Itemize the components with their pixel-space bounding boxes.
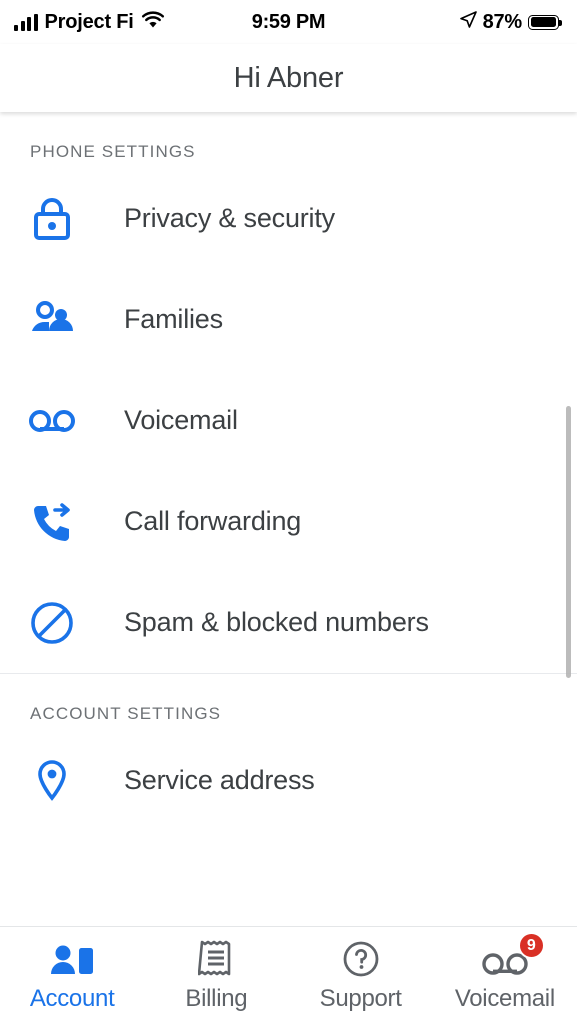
list-item-label: Voicemail <box>124 405 238 435</box>
list-item-label: Privacy & security <box>124 203 335 233</box>
phone-forwarded-icon <box>24 498 80 546</box>
tab-label: Account <box>29 985 115 1012</box>
tab-voicemail[interactable]: 9 Voicemail <box>433 927 577 1024</box>
block-icon <box>24 599 80 647</box>
status-bar-left: Project Fi <box>14 11 165 34</box>
signal-bars-icon <box>14 13 38 31</box>
list-item-label: Spam & blocked numbers <box>124 607 429 637</box>
voicemail-icon: 9 <box>481 932 545 978</box>
account-icon <box>49 938 95 978</box>
account-settings-list: Service address <box>0 730 577 831</box>
help-circle-icon <box>342 938 380 978</box>
tab-label: Voicemail <box>454 985 555 1012</box>
list-item-label: Families <box>124 304 223 334</box>
list-item-service-address[interactable]: Service address <box>0 730 577 831</box>
tab-support[interactable]: Support <box>289 927 433 1024</box>
wifi-icon <box>141 10 165 34</box>
voicemail-badge: 9 <box>517 932 545 959</box>
list-item-families[interactable]: Families <box>0 269 577 370</box>
carrier-label: Project Fi <box>44 10 134 33</box>
location-pin-icon <box>24 757 80 805</box>
tab-label: Billing <box>185 985 248 1012</box>
lock-icon <box>24 195 80 243</box>
voicemail-icon <box>24 397 80 445</box>
app-header: Hi Abner <box>0 44 577 112</box>
section-header-account-settings: ACCOUNT SETTINGS <box>30 704 222 723</box>
tab-billing[interactable]: Billing <box>144 927 288 1024</box>
list-item-label: Call forwarding <box>124 506 302 536</box>
section-account-settings: ACCOUNT SETTINGS Service address <box>0 674 577 831</box>
settings-scroll-area[interactable]: PHONE SETTINGS Privacy & security Famili… <box>0 112 577 926</box>
battery-percent-label: 87% <box>482 10 523 33</box>
clock-label: 9:59 PM <box>251 10 326 33</box>
scrollbar-thumb[interactable] <box>566 406 571 678</box>
section-phone-settings: PHONE SETTINGS Privacy & security Famili… <box>0 112 577 673</box>
people-icon <box>24 296 80 344</box>
battery-icon <box>528 14 562 30</box>
list-item-call-forwarding[interactable]: Call forwarding <box>0 471 577 572</box>
tab-account[interactable]: Account <box>0 927 144 1024</box>
list-item-spam-blocked[interactable]: Spam & blocked numbers <box>0 572 577 673</box>
tab-label: Support <box>319 985 402 1012</box>
list-item-voicemail[interactable]: Voicemail <box>0 370 577 471</box>
phone-settings-list: Privacy & security Families Voicemail Ca… <box>0 168 577 673</box>
section-header-phone-settings: PHONE SETTINGS <box>30 142 196 161</box>
list-item-privacy-security[interactable]: Privacy & security <box>0 168 577 269</box>
status-bar-right: 87% <box>459 10 562 34</box>
bottom-tab-bar: Account Billing Support 9 Voicemail <box>0 926 577 1024</box>
receipt-icon <box>198 938 234 978</box>
location-arrow-icon <box>459 11 477 33</box>
list-item-label: Service address <box>124 765 315 795</box>
page-title: Hi Abner <box>233 61 344 94</box>
status-bar: Project Fi 9:59 PM 87% <box>0 0 577 44</box>
